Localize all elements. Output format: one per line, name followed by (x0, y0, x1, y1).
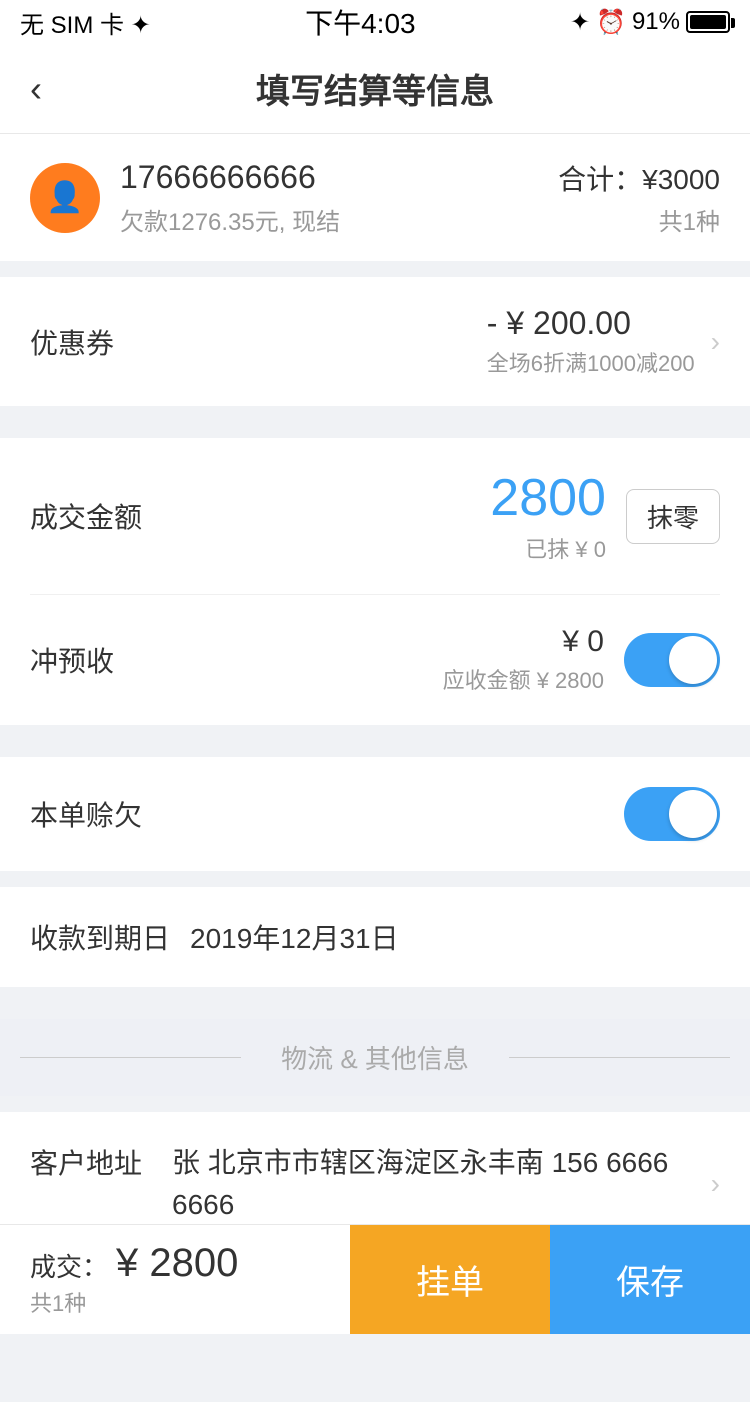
toggle-thumb (669, 636, 717, 684)
separator-3 (0, 1003, 750, 1019)
deal-amount-label: 成交金额 (30, 496, 142, 536)
coupon-row[interactable]: 优惠券 - ¥ 200.00 全场6折满1000减200 › (0, 277, 750, 406)
coupon-right: - ¥ 200.00 全场6折满1000减200 › (487, 305, 720, 378)
page-title: 填写结算等信息 (256, 64, 494, 113)
sim-status: 无 SIM 卡 ✦ (20, 5, 151, 40)
status-bar-right: ✦ ⏰ 91% (570, 8, 730, 37)
address-content: 张 北京市市辖区海淀区永丰南 156 6666 6666 (172, 1142, 711, 1226)
duedate-value: 2019年12月31日 (190, 917, 399, 957)
address-label: 客户地址 (30, 1142, 142, 1182)
nav-bar: ‹ 填写结算等信息 (0, 44, 750, 134)
status-bar-time: 下午4:03 (305, 2, 416, 42)
content: 👤 17666666666 欠款1276.35元, 现结 合计：¥3000 共1… (0, 134, 750, 1402)
prepay-toggle[interactable] (624, 633, 720, 687)
customer-debt: 欠款1276.35元, 现结 (120, 202, 340, 237)
duedate-row: 收款到期日 2019年12月31日 (0, 887, 750, 987)
status-bar-left: 无 SIM 卡 ✦ (20, 5, 151, 40)
customer-right: 合计：¥3000 共1种 (558, 158, 720, 237)
bottom-summary: 成交： ¥ 2800 共1种 (0, 1225, 350, 1334)
alarm-icon: ⏰ (596, 8, 626, 37)
divider-logistics-text: 物流 & 其他信息 (261, 1039, 489, 1076)
divider-line-right (509, 1057, 730, 1058)
address-chevron-icon: › (711, 1168, 720, 1200)
prepay-right: ¥ 0 应收金额 ¥ 2800 (443, 625, 720, 695)
bottom-deal-count: 共1种 (30, 1286, 350, 1318)
prepay-row: 冲预收 ¥ 0 应收金额 ¥ 2800 (30, 595, 720, 725)
duedate-label: 收款到期日 (30, 917, 170, 957)
arrear-row: 本单赊欠 (0, 757, 750, 871)
prepay-receivable: 应收金额 ¥ 2800 (443, 663, 604, 695)
battery-percent: 91% (632, 8, 680, 36)
customer-count: 共1种 (558, 202, 720, 237)
divider-logistics: 物流 & 其他信息 (0, 1019, 750, 1096)
divider-line-left (20, 1057, 241, 1058)
location-icon: ✦ (570, 8, 590, 37)
deal-amount-erased: 已抹 ¥ 0 (490, 532, 606, 564)
separator-2 (0, 741, 750, 757)
deal-amount-value: 2800 (490, 468, 606, 528)
deal-amount-row: 成交金额 2800 已抹 ¥ 0 抹零 (30, 438, 720, 595)
customer-info: 17666666666 欠款1276.35元, 现结 (120, 159, 340, 237)
arrear-toggle[interactable] (624, 787, 720, 841)
arrear-label: 本单赊欠 (30, 794, 142, 834)
separator-1 (0, 422, 750, 438)
arrear-toggle-thumb (669, 790, 717, 838)
battery-fill (690, 15, 726, 29)
avatar-icon: 👤 (46, 180, 83, 215)
battery-icon (686, 11, 730, 33)
bottom-deal-label: 成交： (30, 1247, 108, 1284)
customer-total: 合计：¥3000 (558, 158, 720, 198)
prepay-amount: ¥ 0 (443, 625, 604, 659)
prepay-amount-block: ¥ 0 应收金额 ¥ 2800 (443, 625, 604, 695)
coupon-discount: - ¥ 200.00 (487, 305, 631, 341)
amount-section: 成交金额 2800 已抹 ¥ 0 抹零 冲预收 ¥ 0 应收金额 ¥ 2800 (0, 438, 750, 725)
coupon-label: 优惠券 (30, 322, 114, 362)
status-bar: 无 SIM 卡 ✦ 下午4:03 ✦ ⏰ 91% (0, 0, 750, 44)
coupon-desc: 全场6折满1000减200 (487, 346, 695, 378)
deal-amount-right: 2800 已抹 ¥ 0 抹零 (490, 468, 720, 564)
customer-phone: 17666666666 (120, 159, 340, 196)
customer-left: 👤 17666666666 欠款1276.35元, 现结 (30, 159, 340, 237)
round-zero-button[interactable]: 抹零 (626, 489, 720, 544)
bottom-deal-row: 成交： ¥ 2800 (30, 1241, 350, 1286)
coupon-chevron-icon: › (711, 326, 720, 358)
save-button[interactable]: 保存 (550, 1225, 750, 1334)
bottom-deal-amount: ¥ 2800 (116, 1241, 238, 1286)
customer-info-card: 👤 17666666666 欠款1276.35元, 现结 合计：¥3000 共1… (0, 134, 750, 261)
pending-button[interactable]: 挂单 (350, 1225, 550, 1334)
back-button[interactable]: ‹ (30, 68, 90, 110)
prepay-label: 冲预收 (30, 640, 114, 680)
avatar: 👤 (30, 163, 100, 233)
bottom-bar: 成交： ¥ 2800 共1种 挂单 保存 (0, 1224, 750, 1334)
